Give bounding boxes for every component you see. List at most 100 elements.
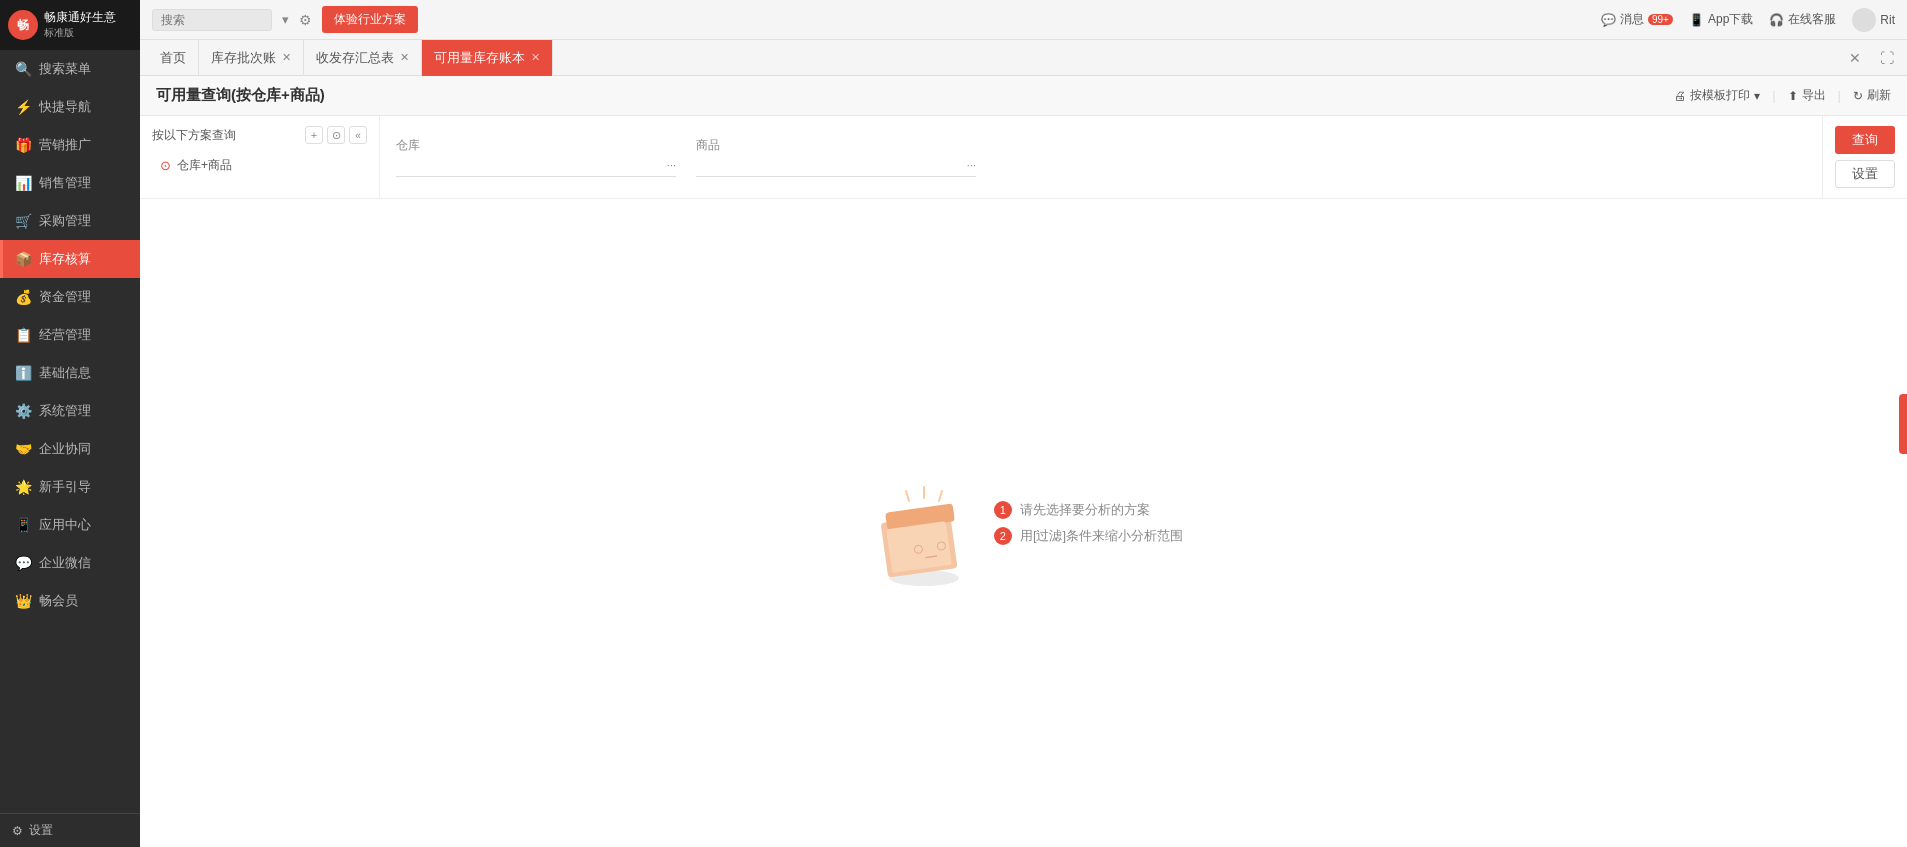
- sidebar-menu: 🔍 搜索菜单 ⚡ 快捷导航 🎁 营销推广 📊 销售管理 🛒 采购管理 📦 库存核…: [0, 50, 140, 813]
- product-field-input: ···: [696, 158, 976, 177]
- tabbar-expand-icon[interactable]: ⛶: [1875, 46, 1899, 70]
- tab-batch-ledger-label: 库存批次账: [211, 49, 276, 67]
- page-header-actions: 🖨 按模板打印 ▾ | ⬆ 导出 | ↻ 刷新: [1674, 87, 1891, 104]
- topbar-search-input[interactable]: [152, 9, 272, 31]
- message-icon: 💬: [1601, 13, 1616, 27]
- sidebar-settings-label: 设置: [29, 822, 53, 839]
- sidebar-item-finance[interactable]: 💰 资金管理: [0, 278, 140, 316]
- sidebar-item-basic[interactable]: ℹ️ 基础信息: [0, 354, 140, 392]
- empty-text-area: 1 请先选择要分析的方案 2 用[过滤]条件来缩小分析范围: [994, 501, 1183, 545]
- sidebar-item-member[interactable]: 👑 畅会员: [0, 582, 140, 620]
- divider1: |: [1772, 88, 1775, 103]
- message-badge: 99+: [1648, 14, 1673, 25]
- empty-hint-2: 2 用[过滤]条件来缩小分析范围: [994, 527, 1183, 545]
- sidebar: 畅 畅康通好生意 标准版 🔍 搜索菜单 ⚡ 快捷导航 🎁 营销推广 📊 销售管理…: [0, 0, 140, 847]
- online-service-label: 在线客服: [1788, 11, 1836, 28]
- settings-icon: ⚙: [12, 824, 23, 838]
- app-download-label: App下载: [1708, 11, 1753, 28]
- tab-receipt-summary-label: 收发存汇总表: [316, 49, 394, 67]
- headset-icon: 🎧: [1769, 13, 1784, 27]
- sidebar-item-label: 企业微信: [39, 554, 91, 572]
- scheme-warehouse-product[interactable]: ⊙ 仓库+商品: [152, 152, 367, 179]
- tab-home[interactable]: 首页: [148, 40, 199, 76]
- add-scheme-icon[interactable]: +: [305, 126, 323, 144]
- avatar: [1852, 8, 1876, 32]
- sidebar-item-marketing[interactable]: 🎁 营销推广: [0, 126, 140, 164]
- user-avatar-area[interactable]: Rit: [1852, 8, 1895, 32]
- crown-icon: 👑: [15, 593, 31, 609]
- sidebar-item-purchase[interactable]: 🛒 采购管理: [0, 202, 140, 240]
- topbar-right: 💬 消息 99+ 📱 App下载 🎧 在线客服 Rit: [1601, 8, 1895, 32]
- sidebar-item-enterprise[interactable]: 🤝 企业协同: [0, 430, 140, 468]
- topbar-dropdown-icon[interactable]: ▾: [282, 12, 289, 27]
- product-field-label: 商品: [696, 137, 976, 154]
- page-header: 可用量查询(按仓库+商品) 🖨 按模板打印 ▾ | ⬆ 导出 | ↻ 刷新: [140, 76, 1907, 116]
- sidebar-item-system[interactable]: ⚙️ 系统管理: [0, 392, 140, 430]
- right-edge-indicator: [1899, 394, 1907, 454]
- warehouse-input[interactable]: [396, 158, 663, 172]
- tab-receipt-summary-close-icon[interactable]: ✕: [400, 51, 409, 64]
- tab-batch-ledger-close-icon[interactable]: ✕: [282, 51, 291, 64]
- tab-batch-ledger[interactable]: 库存批次账 ✕: [199, 40, 304, 76]
- tab-available-ledger-close-icon[interactable]: ✕: [531, 51, 540, 64]
- chart-icon: 📊: [15, 175, 31, 191]
- sidebar-item-label: 采购管理: [39, 212, 91, 230]
- divider2: |: [1838, 88, 1841, 103]
- sidebar-item-label: 经营管理: [39, 326, 91, 344]
- info-icon: ℹ️: [15, 365, 31, 381]
- empty-illustration: ○_○: [864, 473, 964, 573]
- tabbar-actions: ✕ ⛶: [1843, 46, 1899, 70]
- gear-icon: ⚙️: [15, 403, 31, 419]
- topbar: ▾ ⚙ 体验行业方案 💬 消息 99+ 📱 App下载 🎧 在线客服 Rit: [140, 0, 1907, 40]
- sidebar-item-appcenter[interactable]: 📱 应用中心: [0, 506, 140, 544]
- warehouse-field-label: 仓库: [396, 137, 676, 154]
- sidebar-settings[interactable]: ⚙ 设置: [0, 813, 140, 847]
- tabbar-close-all-icon[interactable]: ✕: [1843, 46, 1867, 70]
- product-input[interactable]: [696, 158, 963, 172]
- message-label: 消息: [1620, 11, 1644, 28]
- export-button[interactable]: ⬆ 导出: [1788, 87, 1826, 104]
- sidebar-item-sales[interactable]: 📊 销售管理: [0, 164, 140, 202]
- refresh-button[interactable]: ↻ 刷新: [1853, 87, 1891, 104]
- warehouse-more-icon[interactable]: ···: [667, 159, 676, 171]
- query-button[interactable]: 查询: [1835, 126, 1895, 154]
- page-content: 可用量查询(按仓库+商品) 🖨 按模板打印 ▾ | ⬆ 导出 | ↻ 刷新: [140, 76, 1907, 847]
- scheme-rotate-icon: ⊙: [160, 158, 171, 173]
- message-button[interactable]: 💬 消息 99+: [1601, 11, 1673, 28]
- online-service-button[interactable]: 🎧 在线客服: [1769, 11, 1836, 28]
- handshake-icon: 🤝: [15, 441, 31, 457]
- sidebar-item-newguide[interactable]: 🌟 新手引导: [0, 468, 140, 506]
- gift-icon: 🎁: [15, 137, 31, 153]
- sidebar-item-shortcut[interactable]: ⚡ 快捷导航: [0, 88, 140, 126]
- search-icon: 🔍: [15, 61, 31, 77]
- svg-line-7: [939, 491, 942, 501]
- tab-available-ledger[interactable]: 可用量库存账本 ✕: [422, 40, 553, 76]
- refresh-icon: ↻: [1853, 89, 1863, 103]
- filter-area: 按以下方案查询 + ⊙ « ⊙ 仓库+商品 仓库: [140, 116, 1907, 199]
- settings-button[interactable]: 设置: [1835, 160, 1895, 188]
- svg-line-5: [906, 491, 909, 501]
- tab-available-ledger-label: 可用量库存账本: [434, 49, 525, 67]
- trial-button[interactable]: 体验行业方案: [322, 6, 418, 33]
- app-download-button[interactable]: 📱 App下载: [1689, 11, 1753, 28]
- product-more-icon[interactable]: ···: [967, 159, 976, 171]
- settings-scheme-icon[interactable]: ⊙: [327, 126, 345, 144]
- print-template-label: 按模板打印: [1690, 87, 1750, 104]
- sidebar-item-search[interactable]: 🔍 搜索菜单: [0, 50, 140, 88]
- product-filter-field: 商品 ···: [696, 137, 976, 177]
- topbar-gear-icon[interactable]: ⚙: [299, 12, 312, 28]
- print-dropdown-icon: ▾: [1754, 89, 1760, 103]
- sidebar-item-business[interactable]: 📋 经营管理: [0, 316, 140, 354]
- scheme-item-label: 仓库+商品: [177, 157, 232, 174]
- print-template-button[interactable]: 🖨 按模板打印 ▾: [1674, 87, 1760, 104]
- tab-receipt-summary[interactable]: 收发存汇总表 ✕: [304, 40, 422, 76]
- page-title: 可用量查询(按仓库+商品): [156, 86, 325, 105]
- sidebar-item-inventory[interactable]: 📦 库存核算: [0, 240, 140, 278]
- mobile-icon: 📱: [15, 517, 31, 533]
- filter-scheme-label: 按以下方案查询: [152, 127, 236, 144]
- warehouse-filter-field: 仓库 ···: [396, 137, 676, 177]
- collapse-panel-icon[interactable]: «: [349, 126, 367, 144]
- sidebar-item-wechat[interactable]: 💬 企业微信: [0, 544, 140, 582]
- clipboard-icon: 📋: [15, 327, 31, 343]
- sidebar-item-label: 资金管理: [39, 288, 91, 306]
